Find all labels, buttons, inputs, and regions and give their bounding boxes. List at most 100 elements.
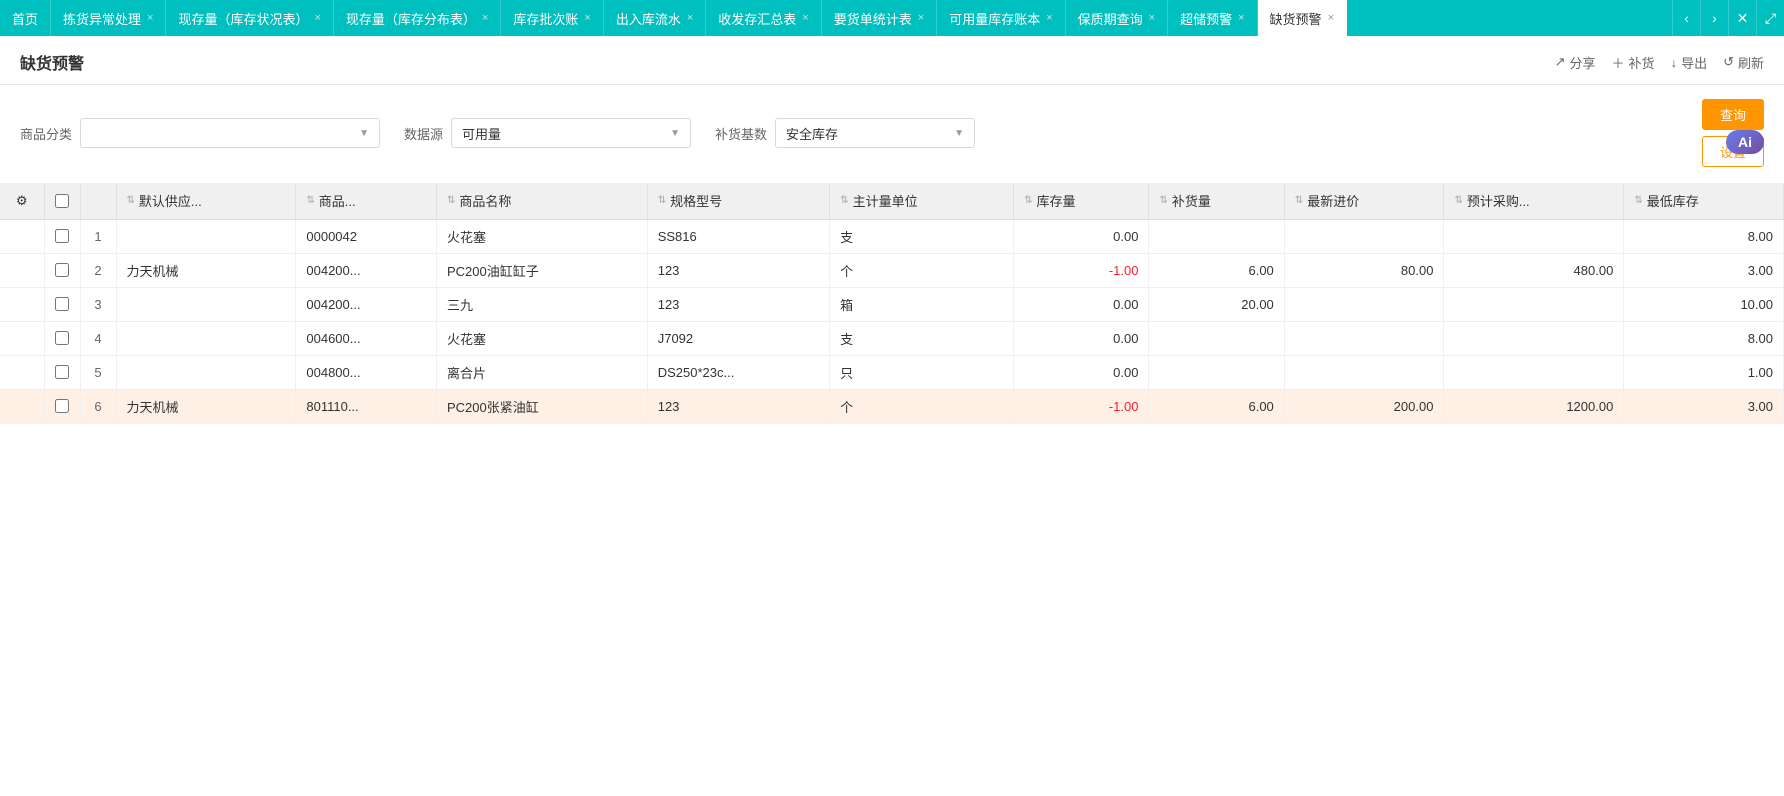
share-icon: ↗	[1555, 54, 1566, 70]
export-action[interactable]: ↓ 导出	[1671, 53, 1708, 72]
fullscreen-btn[interactable]: ⤢	[1756, 0, 1784, 36]
tab-stock-dist[interactable]: 现存量（库存分布表） ×	[334, 0, 501, 36]
product-name-sort-icon: ⇅	[447, 195, 455, 206]
close-tab-5[interactable]: ×	[687, 12, 693, 24]
supplier-cell	[116, 321, 296, 355]
page-content: 缺货预警 ↗ 分享 ＋ 补货 ↓ 导出 ↺ 刷新 商品分类	[0, 36, 1784, 796]
close-tab-9[interactable]: ×	[1149, 12, 1155, 24]
close-tab-7[interactable]: ×	[918, 12, 924, 24]
row-checkbox[interactable]	[55, 331, 69, 345]
replenish-action[interactable]: ＋ 补货	[1612, 53, 1655, 72]
row-checkbox-cell[interactable]	[44, 321, 80, 355]
supplier-column-header[interactable]: ⇅ 默认供应...	[116, 183, 296, 219]
spec-column-header[interactable]: ⇅ 规格型号	[647, 183, 829, 219]
share-action[interactable]: ↗ 分享	[1555, 53, 1596, 72]
unit-cell: 只	[830, 355, 1014, 389]
category-select[interactable]: ▼	[80, 118, 380, 148]
close-tab-3[interactable]: ×	[482, 12, 488, 24]
table-row: 1 0000042 火花塞 SS816 支 0.00 8.00	[0, 219, 1784, 253]
datasource-label: 数据源	[404, 124, 443, 143]
est-purchase-cell	[1444, 219, 1624, 253]
row-checkbox[interactable]	[55, 297, 69, 311]
tab-expiry-query[interactable]: 保质期查询 ×	[1066, 0, 1168, 36]
close-tab-8[interactable]: ×	[1046, 12, 1052, 24]
tab-picking-exception[interactable]: 拣货异常处理 ×	[51, 0, 166, 36]
product-code-cell: 0000042	[296, 219, 437, 253]
product-name-cell: 离合片	[436, 355, 647, 389]
filter-bar: 商品分类 ▼ 数据源 可用量 ▼ 补货基数 安全库存 ▼ 查询 设置	[0, 85, 1784, 167]
latest-price-cell	[1284, 219, 1444, 253]
latest-price-sort-icon: ⇅	[1295, 195, 1303, 206]
tab-home[interactable]: 首页	[0, 0, 51, 36]
row-checkbox-cell[interactable]	[44, 287, 80, 321]
product-code-sort-icon: ⇅	[306, 195, 314, 206]
replenish-qty-cell: 20.00	[1149, 287, 1284, 321]
row-checkbox[interactable]	[55, 365, 69, 379]
nav-right-btn[interactable]: ›	[1700, 0, 1728, 36]
replenish-base-select[interactable]: 安全库存 ▼	[775, 118, 975, 148]
stock-qty-column-header[interactable]: ⇅ 库存量	[1014, 183, 1149, 219]
est-purchase-cell	[1444, 355, 1624, 389]
latest-price-cell: 80.00	[1284, 253, 1444, 287]
row-checkbox[interactable]	[55, 229, 69, 243]
select-all-checkbox[interactable]	[55, 194, 69, 208]
tab-inout-flow[interactable]: 出入库流水 ×	[604, 0, 706, 36]
close-tab-10[interactable]: ×	[1238, 12, 1244, 24]
product-name-column-header[interactable]: ⇅ 商品名称	[436, 183, 647, 219]
min-stock-cell: 10.00	[1624, 287, 1784, 321]
row-checkbox-cell[interactable]	[44, 253, 80, 287]
product-code-cell: 801110...	[296, 389, 437, 423]
table-row: 3 004200... 三九 123 箱 0.00 20.00 10.00	[0, 287, 1784, 321]
row-checkbox-cell[interactable]	[44, 389, 80, 423]
unit-column-header[interactable]: ⇅ 主计量单位	[830, 183, 1014, 219]
datasource-select[interactable]: 可用量 ▼	[451, 118, 691, 148]
est-purchase-cell	[1444, 287, 1624, 321]
est-purchase-cell	[1444, 321, 1624, 355]
close-tab-1[interactable]: ×	[147, 12, 153, 24]
gear-column-header[interactable]: ⚙	[0, 183, 44, 219]
refresh-action[interactable]: ↺ 刷新	[1723, 53, 1764, 72]
row-actions-cell	[0, 389, 44, 423]
tab-shortage[interactable]: 缺货预警 ×	[1258, 0, 1347, 36]
tab-requisition-stat[interactable]: 要货单统计表 ×	[822, 0, 937, 36]
tab-batch-account[interactable]: 库存批次账 ×	[501, 0, 603, 36]
row-checkbox-cell[interactable]	[44, 219, 80, 253]
row-checkbox-cell[interactable]	[44, 355, 80, 389]
row-number-cell: 1	[80, 219, 116, 253]
close-all-btn[interactable]: ✕	[1728, 0, 1756, 36]
page-title: 缺货预警	[20, 50, 84, 74]
tab-receive-send[interactable]: 收发存汇总表 ×	[706, 0, 821, 36]
replenish-base-dropdown-icon: ▼	[954, 128, 964, 139]
checkbox-column-header[interactable]	[44, 183, 80, 219]
row-actions-cell	[0, 253, 44, 287]
close-tab-6[interactable]: ×	[802, 12, 808, 24]
est-purchase-column-header[interactable]: ⇅ 预计采购...	[1444, 183, 1624, 219]
table-row: 2 力天机械 004200... PC200油缸缸子 123 个 -1.00 6…	[0, 253, 1784, 287]
row-checkbox[interactable]	[55, 263, 69, 277]
close-tab-11[interactable]: ×	[1328, 12, 1334, 24]
replenish-qty-column-header[interactable]: ⇅ 补货量	[1149, 183, 1284, 219]
query-button[interactable]: 查询	[1702, 99, 1764, 130]
min-stock-column-header[interactable]: ⇅ 最低库存	[1624, 183, 1784, 219]
product-code-column-header[interactable]: ⇅ 商品...	[296, 183, 437, 219]
nav-arrows: ‹ › ✕ ⤢	[1672, 0, 1784, 36]
close-tab-2[interactable]: ×	[314, 12, 320, 24]
top-nav: 首页 拣货异常处理 × 现存量（库存状况表） × 现存量（库存分布表） × 库存…	[0, 0, 1784, 36]
close-tab-4[interactable]: ×	[584, 12, 590, 24]
est-purchase-cell: 1200.00	[1444, 389, 1624, 423]
category-filter-group: 商品分类 ▼	[20, 118, 380, 148]
tab-overstock[interactable]: 超储预警 ×	[1168, 0, 1257, 36]
latest-price-column-header[interactable]: ⇅ 最新进价	[1284, 183, 1444, 219]
tab-stock-status[interactable]: 现存量（库存状况表） ×	[166, 0, 333, 36]
est-purchase-cell: 480.00	[1444, 253, 1624, 287]
row-checkbox[interactable]	[55, 399, 69, 413]
nav-left-btn[interactable]: ‹	[1672, 0, 1700, 36]
stock-qty-cell: 0.00	[1014, 287, 1149, 321]
spec-cell: SS816	[647, 219, 829, 253]
page-header: 缺货预警 ↗ 分享 ＋ 补货 ↓ 导出 ↺ 刷新	[0, 36, 1784, 85]
ai-badge[interactable]: Ai	[1726, 130, 1764, 154]
tab-available-account[interactable]: 可用量库存账本 ×	[937, 0, 1065, 36]
replenish-icon: ＋	[1612, 53, 1625, 72]
replenish-qty-cell	[1149, 355, 1284, 389]
latest-price-cell	[1284, 321, 1444, 355]
